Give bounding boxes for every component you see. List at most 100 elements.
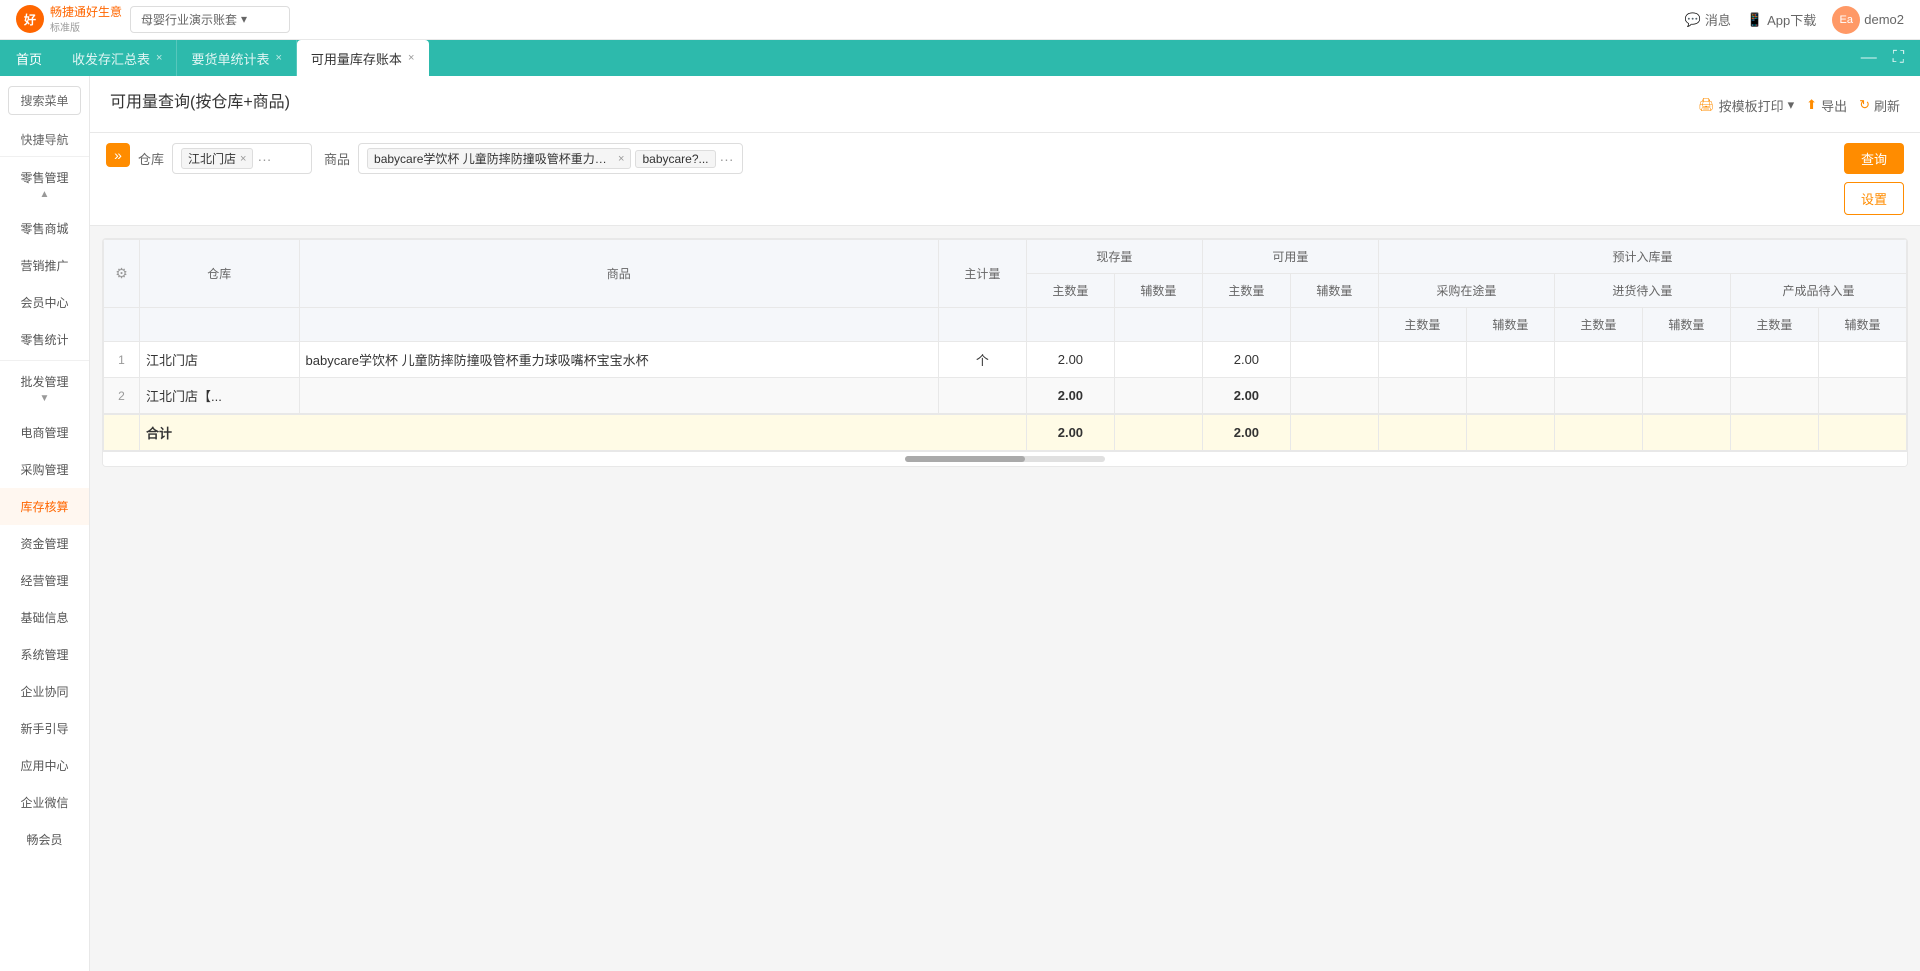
- avatar: Ea: [1832, 6, 1860, 34]
- th-empty2: [140, 308, 300, 342]
- sidebar-item-operations[interactable]: 经营管理: [0, 562, 89, 599]
- export-label: 导出: [1821, 96, 1847, 115]
- filter-more-icon2[interactable]: ···: [720, 151, 734, 167]
- refresh-button[interactable]: ↻ 刷新: [1859, 96, 1900, 115]
- sidebar-item-label: 企业微信: [20, 794, 68, 811]
- sidebar: 搜索菜单 快捷导航 零售管理 ▲ 零售商城 营销推广 会员中心 零售统计 批发管…: [0, 76, 90, 971]
- tab-receive-summary[interactable]: 收发存汇总表 ×: [58, 40, 177, 76]
- industry-selector[interactable]: 母婴行业演示账套 ▾: [130, 6, 290, 33]
- row-stock-aux: [1114, 378, 1202, 415]
- main-content: 可用量查询(按仓库+商品) 🖨 按模板打印 ▾ ⬆ 导出 ↻ 刷新 »: [90, 76, 1920, 971]
- top-bar-right: 💬 消息 📱 App下载 Ea demo2: [1685, 6, 1904, 34]
- product-label: 商品: [324, 149, 350, 168]
- row-inb-aux: [1642, 342, 1730, 378]
- th-available-group: 可用量: [1202, 240, 1378, 274]
- print-button[interactable]: 🖨 按模板打印 ▾: [1698, 96, 1794, 115]
- query-button[interactable]: 查询: [1844, 143, 1904, 174]
- export-icon: ⬆: [1806, 97, 1817, 113]
- row-inb-main: [1554, 378, 1642, 415]
- message-action[interactable]: 💬 消息: [1685, 10, 1731, 29]
- th-unit: 主计量: [938, 240, 1026, 308]
- sidebar-item-label: 库存核算: [20, 498, 68, 515]
- page-header: 可用量查询(按仓库+商品) 🖨 按模板打印 ▾ ⬆ 导出 ↻ 刷新: [90, 76, 1920, 133]
- th-empty4: [938, 308, 1026, 342]
- sidebar-item-guide[interactable]: 新手引导: [0, 710, 89, 747]
- warehouse-input[interactable]: 江北门店 × ···: [172, 143, 312, 174]
- sidebar-item-retail-stats[interactable]: 零售统计: [0, 321, 89, 358]
- expand-button[interactable]: »: [106, 143, 130, 167]
- sidebar-item-basics[interactable]: 基础信息: [0, 599, 89, 636]
- sidebar-item-label: 零售管理: [20, 169, 68, 186]
- sidebar-item-inventory[interactable]: 库存核算: [0, 488, 89, 525]
- export-button[interactable]: ⬆ 导出: [1806, 96, 1847, 115]
- sidebar-item-enterprise[interactable]: 企业协同: [0, 673, 89, 710]
- row-avail-aux: [1290, 378, 1378, 415]
- sidebar-item-retail[interactable]: 零售管理 ▲: [0, 159, 89, 210]
- tab-minimize-icon[interactable]: —: [1857, 49, 1881, 67]
- sidebar-item-system[interactable]: 系统管理: [0, 636, 89, 673]
- row-pro-aux: [1818, 378, 1906, 415]
- filter-more-icon[interactable]: ···: [257, 151, 271, 167]
- sidebar-item-label: 营销推广: [20, 257, 68, 274]
- settings-button[interactable]: 设置: [1844, 182, 1904, 215]
- tab-order-stats[interactable]: 要货单统计表 ×: [177, 40, 296, 76]
- tab-maximize-icon[interactable]: ⛶: [1889, 49, 1908, 67]
- sidebar-item-label: 会员中心: [20, 294, 68, 311]
- sidebar-divider: [0, 360, 89, 361]
- scrollbar-thumb[interactable]: [905, 456, 1025, 462]
- sidebar-item-marketing[interactable]: 营销推广: [0, 247, 89, 284]
- app-download-action[interactable]: 📱 App下载: [1747, 10, 1816, 29]
- logo-text-area: 畅捷通好生意 标准版: [50, 5, 122, 34]
- summary-stock-aux: [1114, 414, 1202, 451]
- top-bar-left: 好 畅捷通好生意 标准版 母婴行业演示账套 ▾: [16, 5, 290, 34]
- th-stock-group: 现存量: [1026, 240, 1202, 274]
- gear-icon[interactable]: ⚙: [115, 265, 128, 281]
- sidebar-item-label: 经营管理: [20, 572, 68, 589]
- logo-icon: 好: [16, 5, 44, 33]
- sidebar-item-wechat-work[interactable]: 企业微信: [0, 784, 89, 821]
- sidebar-item-purchase[interactable]: 采购管理: [0, 451, 89, 488]
- filter-buttons: 查询 设置: [1844, 143, 1904, 215]
- filter-main: 仓库 江北门店 × ··· 商品 babycare学饮杯 儿童防摔防撞吸管杯重力…: [138, 143, 1836, 174]
- sidebar-search-area: 搜索菜单: [0, 76, 89, 125]
- chevron-down-icon: ▼: [40, 393, 50, 404]
- tab-close-icon[interactable]: ×: [408, 52, 414, 64]
- summary-stock-main: 2.00: [1026, 414, 1114, 451]
- warehouse-tag-close-icon[interactable]: ×: [240, 153, 246, 165]
- tab-close-icon[interactable]: ×: [275, 52, 281, 64]
- sidebar-item-label: 采购管理: [20, 461, 68, 478]
- row-pro-main: [1730, 342, 1818, 378]
- row-pro-aux: [1818, 342, 1906, 378]
- sidebar-item-member2[interactable]: 畅会员: [0, 821, 89, 858]
- sidebar-item-appstore[interactable]: 应用中心: [0, 747, 89, 784]
- print-icon: 🖨: [1698, 97, 1715, 113]
- table-row: 1 江北门店 babycare学饮杯 儿童防摔防撞吸管杯重力球吸嘴杯宝宝水杯 个…: [104, 342, 1907, 378]
- tab-available-stock[interactable]: 可用量库存账本 ×: [297, 40, 429, 76]
- product-input[interactable]: babycare学饮杯 儿童防摔防撞吸管杯重力球吸嘴杯宝宝水杯 × babyca…: [358, 143, 742, 174]
- sidebar-item-finance[interactable]: 资金管理: [0, 525, 89, 562]
- filter-container: » 仓库 江北门店 × ··· 商品 b: [90, 133, 1920, 226]
- tab-home[interactable]: 首页: [0, 49, 58, 68]
- sidebar-item-label: 基础信息: [20, 609, 68, 626]
- row-inb-main: [1554, 342, 1642, 378]
- search-menu-button[interactable]: 搜索菜单: [8, 86, 81, 115]
- product-tag2: babycare?...: [635, 150, 715, 168]
- product-tag1-close-icon[interactable]: ×: [618, 153, 624, 165]
- sidebar-item-label: 新手引导: [20, 720, 68, 737]
- user-area[interactable]: Ea demo2: [1832, 6, 1904, 34]
- sidebar-item-member[interactable]: 会员中心: [0, 284, 89, 321]
- row-pur-aux: [1466, 378, 1554, 415]
- sidebar-item-label: 应用中心: [20, 757, 68, 774]
- row-num: 1: [104, 342, 140, 378]
- sidebar-quick-nav[interactable]: 快捷导航: [0, 125, 89, 154]
- sidebar-item-retail-shop[interactable]: 零售商城: [0, 210, 89, 247]
- scrollbar-track[interactable]: [905, 456, 1105, 462]
- sidebar-item-wholesale[interactable]: 批发管理 ▼: [0, 363, 89, 414]
- th-pro-main: 主数量: [1730, 308, 1818, 342]
- tab-label: 收发存汇总表: [72, 49, 150, 68]
- sidebar-item-ecommerce[interactable]: 电商管理: [0, 414, 89, 451]
- tab-label: 可用量库存账本: [311, 49, 402, 68]
- row-warehouse: 江北门店: [140, 342, 300, 378]
- tab-close-icon[interactable]: ×: [156, 52, 162, 64]
- th-product: 商品: [299, 240, 938, 308]
